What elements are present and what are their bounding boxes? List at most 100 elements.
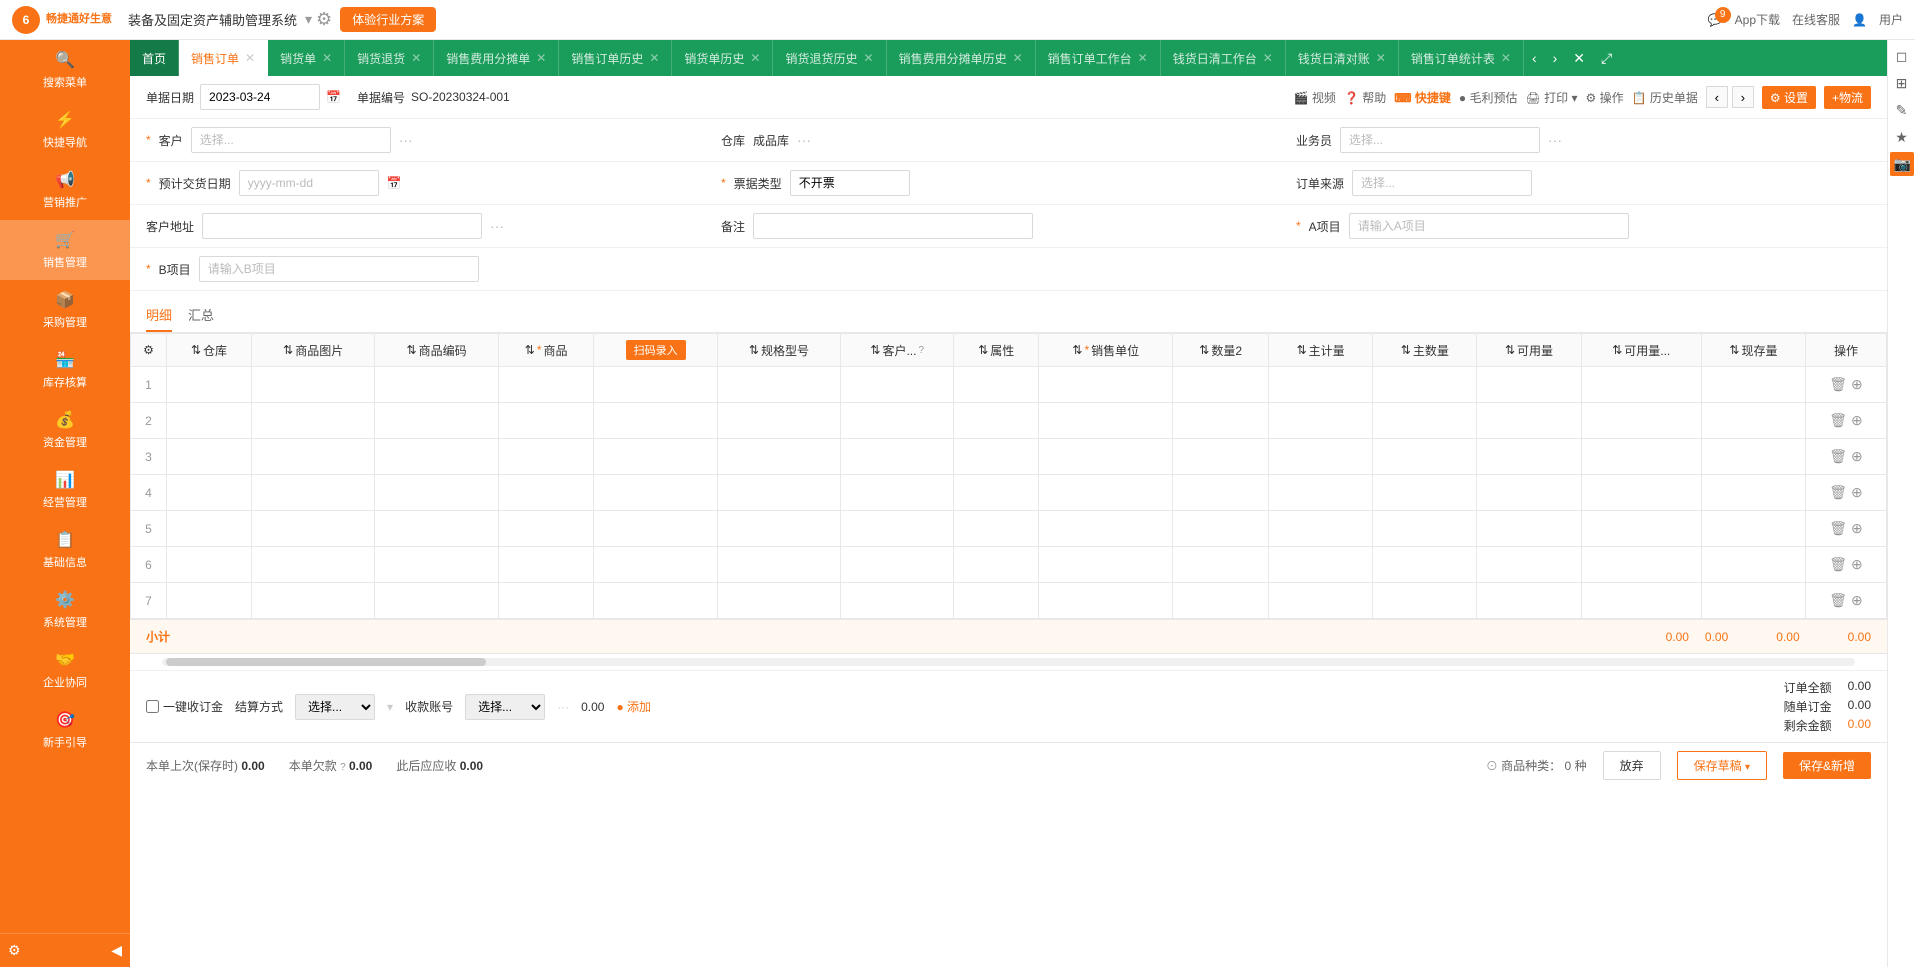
sidebar-item-finance[interactable]: 💰 资金管理 [0, 400, 130, 460]
sort-icon3[interactable]: ⇅ [407, 343, 417, 357]
sidebar-item-guide[interactable]: 🎯 新手引导 [0, 700, 130, 760]
notification-badge[interactable]: 💬 9 [1708, 13, 1723, 27]
shortcut-link[interactable]: ⌨ 快捷键 [1394, 89, 1451, 106]
sort-icon13[interactable]: ⇅ [1612, 343, 1622, 357]
sort-icon12[interactable]: ⇅ [1505, 343, 1515, 357]
settings-icon[interactable]: ⚙ [316, 9, 332, 30]
system-dropdown-icon[interactable]: ▾ [305, 11, 312, 28]
row-delete-btn[interactable]: 🗑 [1829, 592, 1847, 609]
tab-sales-fee-hist[interactable]: 销售费用分摊单历史 ✕ [887, 40, 1036, 76]
row-copy-btn[interactable]: ⊕ [1851, 592, 1863, 609]
save-draft-btn[interactable]: 保存草稿 ▾ [1677, 751, 1767, 780]
scan-btn[interactable]: 扫码录入 [626, 340, 686, 360]
salesperson-input[interactable] [1340, 127, 1540, 153]
sidebar-item-marketing[interactable]: 📢 营销推广 [0, 160, 130, 220]
app-download[interactable]: App下载 [1735, 11, 1780, 28]
sort-icon14[interactable]: ⇅ [1729, 343, 1739, 357]
a-project-input[interactable] [1349, 213, 1629, 239]
address-more-icon[interactable]: ··· [490, 218, 504, 234]
tab-cash-reconcile[interactable]: 钱货日清对账 ✕ [1286, 40, 1399, 76]
view-link[interactable]: 🎬 视频 [1294, 89, 1336, 106]
sidebar-item-operations[interactable]: 📊 经营管理 [0, 460, 130, 520]
tab-cash-daily[interactable]: 钱货日清工作台 ✕ [1161, 40, 1286, 76]
tab-sales-fee-split[interactable]: 销售费用分摊单 ✕ [434, 40, 559, 76]
delivery-calendar-icon[interactable]: 📅 [387, 176, 402, 190]
online-service[interactable]: 在线客服 [1792, 11, 1840, 28]
order-source-input[interactable] [1352, 170, 1532, 196]
profit-estimate-link[interactable]: ● 毛利预估 [1459, 89, 1518, 106]
row-copy-btn[interactable]: ⊕ [1851, 448, 1863, 465]
save-new-btn[interactable]: 保存&新增 [1783, 752, 1871, 779]
single-date-input[interactable] [200, 84, 320, 110]
tab-sales-order-hist[interactable]: 销售订单历史 ✕ [559, 40, 672, 76]
sidebar-item-purchase[interactable]: 📦 采购管理 [0, 280, 130, 340]
invoice-select[interactable]: 不开票 [790, 170, 910, 196]
discard-btn[interactable]: 放弃 [1603, 751, 1661, 780]
receipt-dots[interactable]: ··· [557, 700, 569, 714]
th-settings[interactable]: ⚙ [131, 334, 167, 367]
owe-help-icon[interactable]: ? [340, 762, 346, 773]
tab-home[interactable]: 首页 [130, 40, 179, 76]
sidebar-item-enterprise[interactable]: 🤝 企业协同 [0, 640, 130, 700]
tab-sales-refund-hist[interactable]: 销货退货历史 ✕ [773, 40, 886, 76]
receipt-account-select[interactable]: 选择... [465, 694, 545, 720]
save-draft-dropdown-icon[interactable]: ▾ [1745, 762, 1750, 773]
operation-link[interactable]: ⚙ 操作 [1585, 89, 1623, 106]
sort-icon10[interactable]: ⇅ [1297, 343, 1307, 357]
row-copy-btn[interactable]: ⊕ [1851, 412, 1863, 429]
sidebar-collapse-btn[interactable]: ◀ [111, 942, 122, 959]
sidebar-item-quicknav[interactable]: ⚡ 快捷导航 [0, 100, 130, 160]
horizontal-scrollbar[interactable] [130, 654, 1887, 670]
row-copy-btn[interactable]: ⊕ [1851, 556, 1863, 573]
help-link[interactable]: ❓ 帮助 [1344, 89, 1386, 106]
tab-sales-stats[interactable]: 销售订单统计表 ✕ [1399, 40, 1524, 76]
add-btn[interactable]: ● 添加 [616, 698, 651, 715]
one-click-checkout-checkbox[interactable] [146, 700, 159, 713]
sort-icon[interactable]: ⇅ [191, 343, 201, 357]
tab-sales-return[interactable]: 销货单 ✕ [268, 40, 345, 76]
row-delete-btn[interactable]: 🗑 [1829, 376, 1847, 393]
sort-icon6[interactable]: ⇅ [870, 343, 880, 357]
row-delete-btn[interactable]: 🗑 [1829, 520, 1847, 537]
warehouse-more-icon[interactable]: ··· [797, 132, 811, 148]
tab-sales-order-workbench[interactable]: 销售订单工作台 ✕ [1036, 40, 1161, 76]
help-circle-icon[interactable]: ? [918, 345, 924, 356]
right-btn-5[interactable]: 📷 [1890, 152, 1914, 176]
row-delete-btn[interactable]: 🗑 [1829, 556, 1847, 573]
b-project-input[interactable] [199, 256, 479, 282]
right-btn-3[interactable]: ✎ [1892, 98, 1912, 123]
sort-icon4[interactable]: ⇅ [525, 343, 535, 357]
sidebar-item-base[interactable]: 📋 基础信息 [0, 520, 130, 580]
print-link[interactable]: 🖨 打印 ▾ [1526, 89, 1578, 106]
tab-sales-refund[interactable]: 销货退货 ✕ [345, 40, 434, 76]
sort-icon2[interactable]: ⇅ [283, 343, 293, 357]
tab-close-btn[interactable]: ✕ [1565, 50, 1593, 67]
table-settings-icon[interactable]: ⚙ [143, 343, 154, 357]
tab-fullscreen-btn[interactable]: ⤢ [1593, 50, 1620, 67]
sort-icon9[interactable]: ⇅ [1199, 343, 1209, 357]
sort-icon7[interactable]: ⇅ [978, 343, 988, 357]
customer-more-icon[interactable]: ··· [399, 132, 413, 148]
calendar-icon[interactable]: 📅 [326, 90, 341, 104]
history-link[interactable]: 📋 历史单据 [1632, 89, 1698, 106]
right-btn-1[interactable]: ◻ [1892, 44, 1912, 69]
sort-icon8[interactable]: ⇅ [1072, 343, 1082, 357]
tab-summary[interactable]: 汇总 [188, 299, 214, 332]
sidebar-item-search[interactable]: 🔍 搜索菜单 [0, 40, 130, 100]
next-record-btn[interactable]: › [1732, 86, 1754, 108]
row-delete-btn[interactable]: 🗑 [1829, 448, 1847, 465]
settings-btn[interactable]: ⚙ 设置 [1762, 86, 1816, 109]
delivery-input[interactable] [239, 170, 379, 196]
tab-prev-btn[interactable]: ‹ [1524, 50, 1545, 66]
tab-sales-order[interactable]: 销售订单 ✕ [179, 40, 268, 76]
right-btn-2[interactable]: ⊞ [1892, 71, 1912, 96]
tab-next-btn[interactable]: › [1545, 50, 1566, 66]
row-copy-btn[interactable]: ⊕ [1851, 484, 1863, 501]
tab-detail[interactable]: 明细 [146, 299, 172, 332]
sidebar-item-inventory[interactable]: 🏪 库存核算 [0, 340, 130, 400]
payment-method-select[interactable]: 选择... [295, 694, 375, 720]
row-copy-btn[interactable]: ⊕ [1851, 376, 1863, 393]
add-material-btn[interactable]: +物流 [1824, 86, 1871, 109]
remark-input[interactable] [753, 213, 1033, 239]
tab-sales-return-hist[interactable]: 销货单历史 ✕ [672, 40, 773, 76]
